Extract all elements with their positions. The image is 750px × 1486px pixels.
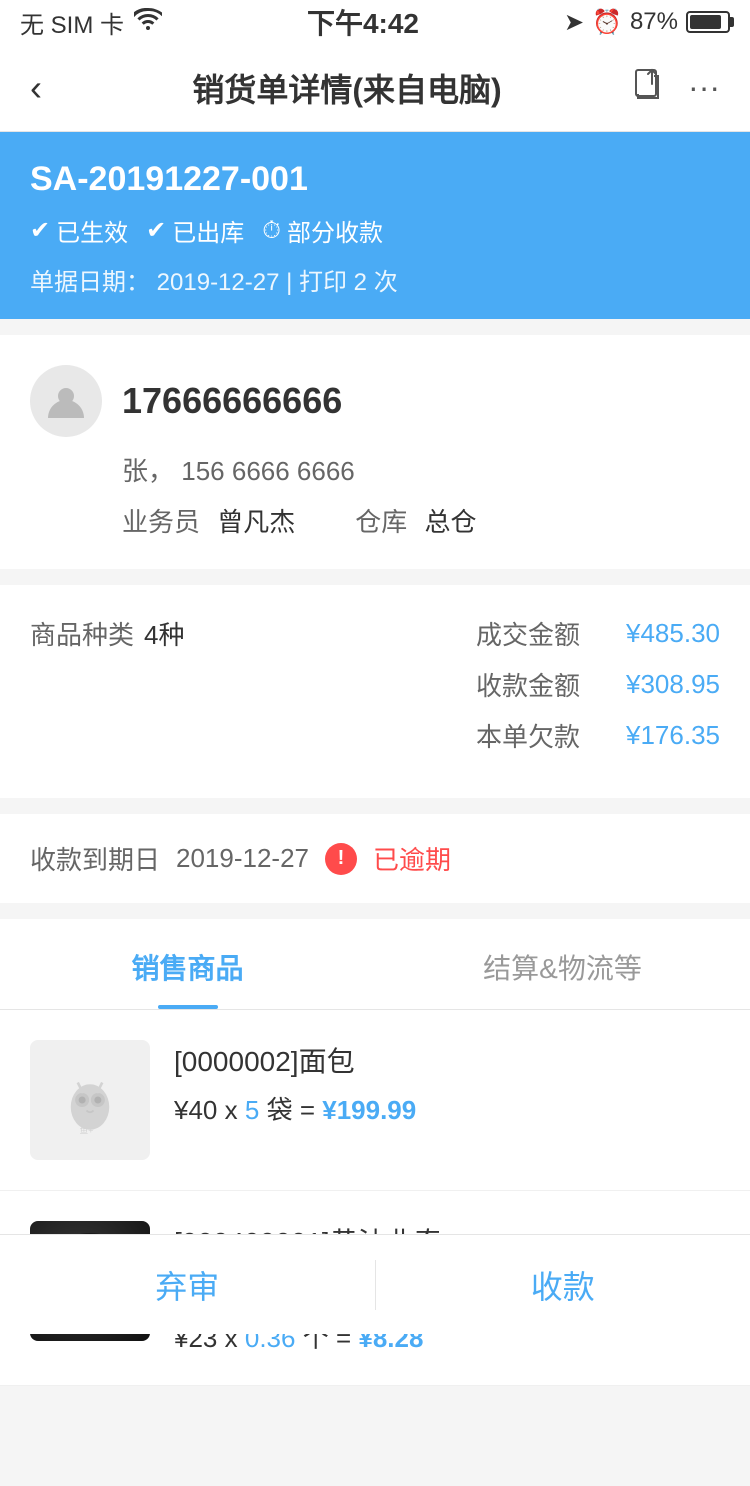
- product-price-1: ¥40 x 5 袋 = ¥199.99: [174, 1090, 720, 1127]
- order-banner: SA-20191227-001 ✔ 已生效 ✔ 已出库 ⏱ 部分收款 单据日期：…: [0, 132, 750, 319]
- product-name-1: [0000002]面包: [174, 1040, 720, 1080]
- cancel-button[interactable]: 弃审: [0, 1242, 375, 1328]
- battery-icon: [686, 11, 730, 33]
- check-icon-active: ✔: [30, 216, 50, 245]
- sales-label: 业务员: [122, 507, 200, 537]
- status-time: 下午4:42: [307, 2, 419, 42]
- bottom-bar: 弃审 收款: [0, 1234, 750, 1334]
- sales-name: 曾凡杰: [217, 507, 295, 537]
- tab-settlement[interactable]: 结算&物流等: [375, 919, 750, 1009]
- tabs-row: 销售商品 结算&物流等: [0, 919, 750, 1009]
- transaction-amount: ¥485.30: [600, 618, 720, 649]
- check-icon-shipped: ✔: [146, 216, 166, 245]
- warehouse-name: 总仓: [425, 507, 477, 537]
- payment-due-section: 收款到期日 2019-12-27 ! 已逾期: [0, 814, 750, 903]
- debt-label: 本单欠款: [476, 717, 580, 754]
- tab-products[interactable]: 销售商品: [0, 919, 375, 1009]
- battery-percent: 87%: [630, 8, 678, 36]
- page-title: 销货单详情(来自电脑): [62, 65, 632, 111]
- order-date-row: 单据日期： 2019-12-27 | 打印 2 次: [30, 262, 720, 297]
- payment-due-date: 2019-12-27: [176, 843, 309, 874]
- status-active: ✔ 已生效: [30, 213, 128, 248]
- product-thumbnail-1: 鱼+: [30, 1040, 150, 1160]
- svg-text:鱼+: 鱼+: [80, 1124, 94, 1135]
- alarm-icon: ⏰: [592, 8, 622, 37]
- customer-phone: 17666666666: [122, 380, 342, 422]
- wifi-icon: [134, 8, 162, 37]
- status-shipped: ✔ 已出库: [146, 213, 244, 248]
- stats-left: 商品种类 4种: [30, 615, 344, 656]
- share-button[interactable]: [632, 68, 664, 108]
- confirm-button[interactable]: 收款: [376, 1242, 750, 1328]
- overdue-icon: !: [325, 843, 357, 875]
- product-types-label: 商品种类: [30, 615, 134, 652]
- product-info-1: [0000002]面包 ¥40 x 5 袋 = ¥199.99: [174, 1040, 720, 1127]
- payment-due-label: 收款到期日: [30, 840, 160, 877]
- status-partial: ⏱ 部分收款: [262, 213, 383, 248]
- list-item: 鱼+ [0000002]面包 ¥40 x 5 袋 = ¥199.99: [0, 1010, 750, 1191]
- collected-label: 收款金额: [476, 666, 580, 703]
- product-qty-1: 5: [245, 1095, 259, 1125]
- warehouse-label: 仓库: [355, 507, 407, 537]
- back-button[interactable]: ‹: [30, 67, 42, 109]
- overdue-badge: 已逾期: [373, 840, 451, 877]
- tabs-section: 销售商品 结算&物流等: [0, 919, 750, 1010]
- collected-amount: ¥308.95: [600, 669, 720, 700]
- customer-meta: 业务员 曾凡杰 仓库 总仓: [122, 502, 720, 539]
- status-bar: 无 SIM 卡 下午4:42 ➤ ⏰ 87%: [0, 0, 750, 44]
- stats-right: 成交金额 ¥485.30 收款金额 ¥308.95 本单欠款 ¥176.35: [344, 615, 720, 768]
- transaction-label: 成交金额: [476, 615, 580, 652]
- customer-name-phone: 张， 156 6666 6666: [122, 451, 720, 488]
- debt-amount: ¥176.35: [600, 720, 720, 751]
- nav-actions: ···: [632, 68, 720, 108]
- order-id: SA-20191227-001: [30, 160, 720, 199]
- customer-section: 17666666666 张， 156 6666 6666 业务员 曾凡杰 仓库 …: [0, 335, 750, 569]
- more-button[interactable]: ···: [688, 69, 720, 106]
- product-types-count: 4种: [144, 615, 184, 652]
- nav-bar: ‹ 销货单详情(来自电脑) ···: [0, 44, 750, 132]
- clock-icon: ⏱: [262, 217, 281, 245]
- location-icon: ➤: [564, 8, 584, 37]
- carrier-label: 无 SIM 卡: [20, 5, 124, 40]
- avatar: [30, 365, 102, 437]
- order-status-row: ✔ 已生效 ✔ 已出库 ⏱ 部分收款: [30, 213, 720, 248]
- product-total-1: ¥199.99: [322, 1095, 416, 1125]
- stats-section: 商品种类 4种 成交金额 ¥485.30 收款金额 ¥308.95 本单欠款 ¥…: [0, 585, 750, 798]
